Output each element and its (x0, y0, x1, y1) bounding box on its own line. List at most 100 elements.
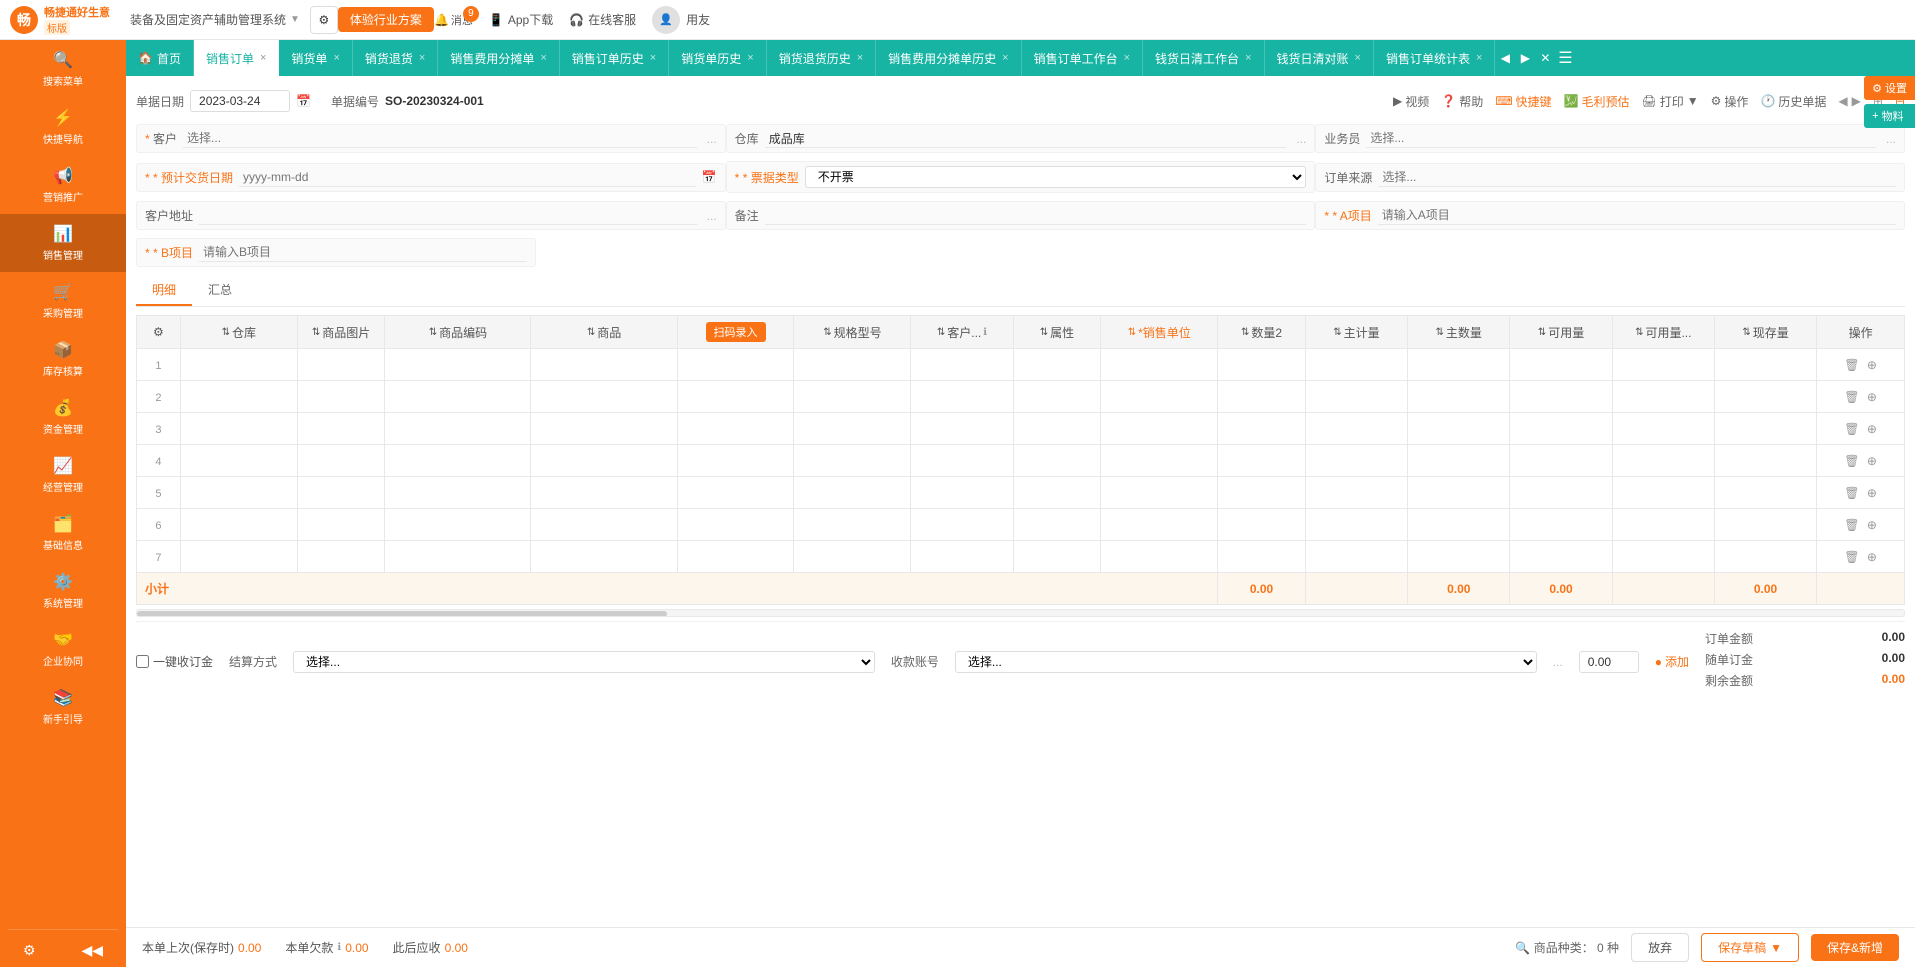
tab-summary[interactable]: 汇总 (192, 275, 248, 306)
tab-sales-return[interactable]: 销货退货 × (353, 40, 438, 76)
row-3-code[interactable] (385, 413, 531, 445)
tab-menu-btn[interactable]: ☰ (1555, 40, 1575, 76)
row-3-spec[interactable] (794, 413, 911, 445)
tab-sales-bill[interactable]: 销货单 × (279, 40, 352, 76)
sidebar-item-search[interactable]: 🔍 搜索菜单 (0, 40, 126, 98)
order-source-input[interactable] (1378, 168, 1896, 187)
tab-detail[interactable]: 明细 (136, 275, 192, 306)
help-btn[interactable]: ❓ 帮助 (1441, 93, 1483, 110)
row-4-spec[interactable] (794, 445, 911, 477)
row-7-image[interactable] (297, 541, 385, 573)
row-5-qty2[interactable] (1218, 477, 1306, 509)
tab-arrow-left[interactable]: ◀ (1495, 40, 1515, 76)
close-return-history-icon[interactable]: × (857, 52, 863, 64)
row-1-code[interactable] (385, 349, 531, 381)
row-6-unit[interactable] (1101, 509, 1218, 541)
delete-row-5-icon[interactable]: 🗑 (1844, 486, 1859, 500)
row-4-image[interactable] (297, 445, 385, 477)
row-5-warehouse[interactable] (180, 477, 297, 509)
save-new-button[interactable]: 保存&新增 (1811, 934, 1899, 961)
view-btn[interactable]: ▶ 视频 (1393, 93, 1429, 110)
add-payment-btn[interactable]: ● 添加 (1655, 653, 1689, 670)
account-select[interactable]: 选择... (955, 651, 1537, 673)
close-daily-reconcile-icon[interactable]: × (1355, 52, 1361, 64)
scrollbar-thumb[interactable] (137, 611, 667, 617)
row-6-code[interactable] (385, 509, 531, 541)
th-code[interactable]: ⇅ 商品编码 (385, 316, 531, 349)
settings-float-btn[interactable]: ⚙ 设置 (1864, 76, 1915, 100)
settlement-select[interactable]: 选择... (293, 651, 875, 673)
th-unit[interactable]: ⇅ *销售单位 (1101, 316, 1218, 349)
th-stock[interactable]: ⇅ 现存量 (1714, 316, 1816, 349)
row-4-mainqty[interactable] (1408, 445, 1510, 477)
close-sales-expense-icon[interactable]: × (540, 52, 546, 64)
address-input[interactable] (199, 206, 697, 225)
system-title-dropdown[interactable]: 装备及固定资产辅助管理系统 ▼ (130, 11, 300, 28)
row-6-customer-code[interactable] (911, 509, 1013, 541)
row-1-warehouse[interactable] (180, 349, 297, 381)
search-product-icon[interactable]: 🔍 (1515, 941, 1530, 955)
row-1-image[interactable] (297, 349, 385, 381)
calendar2-icon[interactable]: 📅 (702, 170, 717, 184)
th-customer-code[interactable]: ⇅ 客户... ℹ (911, 316, 1013, 349)
row-1-spec[interactable] (794, 349, 911, 381)
delete-row-7-icon[interactable]: 🗑 (1844, 550, 1859, 564)
next-record-btn[interactable]: ▶ (1852, 94, 1861, 108)
row-5-unit[interactable] (1101, 477, 1218, 509)
row-6-attr[interactable] (1013, 509, 1101, 541)
close-daily-workbench-icon[interactable]: × (1245, 52, 1251, 64)
row-2-unit[interactable] (1101, 381, 1218, 413)
sidebar-item-collab[interactable]: 🤝 企业协同 (0, 620, 126, 678)
shortcuts-btn[interactable]: ⌨ 快捷键 (1495, 93, 1551, 110)
row-4-customer-code[interactable] (911, 445, 1013, 477)
row-7-spec[interactable] (794, 541, 911, 573)
row-2-image[interactable] (297, 381, 385, 413)
tab-sales-order-history[interactable]: 销售订单历史 × (560, 40, 669, 76)
tab-arrow-right[interactable]: ▶ (1515, 40, 1535, 76)
row-3-mainqty[interactable] (1408, 413, 1510, 445)
row-4-unit[interactable] (1101, 445, 1218, 477)
date-input[interactable] (190, 90, 290, 112)
row-7-warehouse[interactable] (180, 541, 297, 573)
row-7-customer-code[interactable] (911, 541, 1013, 573)
notification-area[interactable]: 🔔 9 消息 (434, 12, 473, 28)
row-5-image[interactable] (297, 477, 385, 509)
copy-row-1-icon[interactable]: ⊕ (1867, 358, 1877, 372)
sidebar-bottom-gear[interactable]: ⚙ (23, 942, 36, 959)
row-5-code[interactable] (385, 477, 531, 509)
amount-input[interactable] (1579, 651, 1639, 673)
customer-more-btn[interactable]: ... (707, 132, 717, 146)
sidebar-item-system[interactable]: ⚙️ 系统管理 (0, 562, 126, 620)
address-more-btn[interactable]: ... (707, 209, 717, 223)
close-sales-bill-history-icon[interactable]: × (747, 52, 753, 64)
history-btn[interactable]: 🕐 历史单据 (1760, 93, 1826, 110)
close-sales-order-history-icon[interactable]: × (650, 52, 656, 64)
row-2-qty2[interactable] (1218, 381, 1306, 413)
row-2-mainunit[interactable] (1305, 381, 1407, 413)
add-item-float-btn[interactable]: + 物料 (1864, 104, 1915, 128)
invoice-select[interactable]: 不开票 (805, 166, 1307, 188)
copy-row-7-icon[interactable]: ⊕ (1867, 550, 1877, 564)
copy-row-3-icon[interactable]: ⊕ (1867, 422, 1877, 436)
warehouse-input[interactable] (765, 129, 1287, 148)
th-warehouse[interactable]: ⇅ 仓库 (180, 316, 297, 349)
row-5-customer-code[interactable] (911, 477, 1013, 509)
user-profile-btn[interactable]: 👤 用友 (652, 6, 710, 34)
save-draft-arrow[interactable]: ▼ (1770, 941, 1782, 955)
row-3-unit[interactable] (1101, 413, 1218, 445)
operations-btn[interactable]: ⚙ 操作 (1711, 93, 1749, 110)
quick-checkout-label[interactable]: 一键收订金 (136, 653, 213, 670)
copy-row-6-icon[interactable]: ⊕ (1867, 518, 1877, 532)
settings-button[interactable]: ⚙ (310, 6, 338, 34)
row-1-name[interactable] (531, 349, 677, 381)
tab-close-all[interactable]: ✕ (1535, 40, 1555, 76)
sidebar-item-operations[interactable]: 📈 经营管理 (0, 446, 126, 504)
th-mainunit[interactable]: ⇅ 主计量 (1305, 316, 1407, 349)
tab-expense-history[interactable]: 销售费用分摊单历史 × (876, 40, 1021, 76)
sidebar-item-purchase[interactable]: 🛒 采购管理 (0, 272, 126, 330)
row-5-spec[interactable] (794, 477, 911, 509)
row-3-warehouse[interactable] (180, 413, 297, 445)
row-3-qty2[interactable] (1218, 413, 1306, 445)
copy-row-2-icon[interactable]: ⊕ (1867, 390, 1877, 404)
sidebar-item-inventory[interactable]: 📦 库存核算 (0, 330, 126, 388)
